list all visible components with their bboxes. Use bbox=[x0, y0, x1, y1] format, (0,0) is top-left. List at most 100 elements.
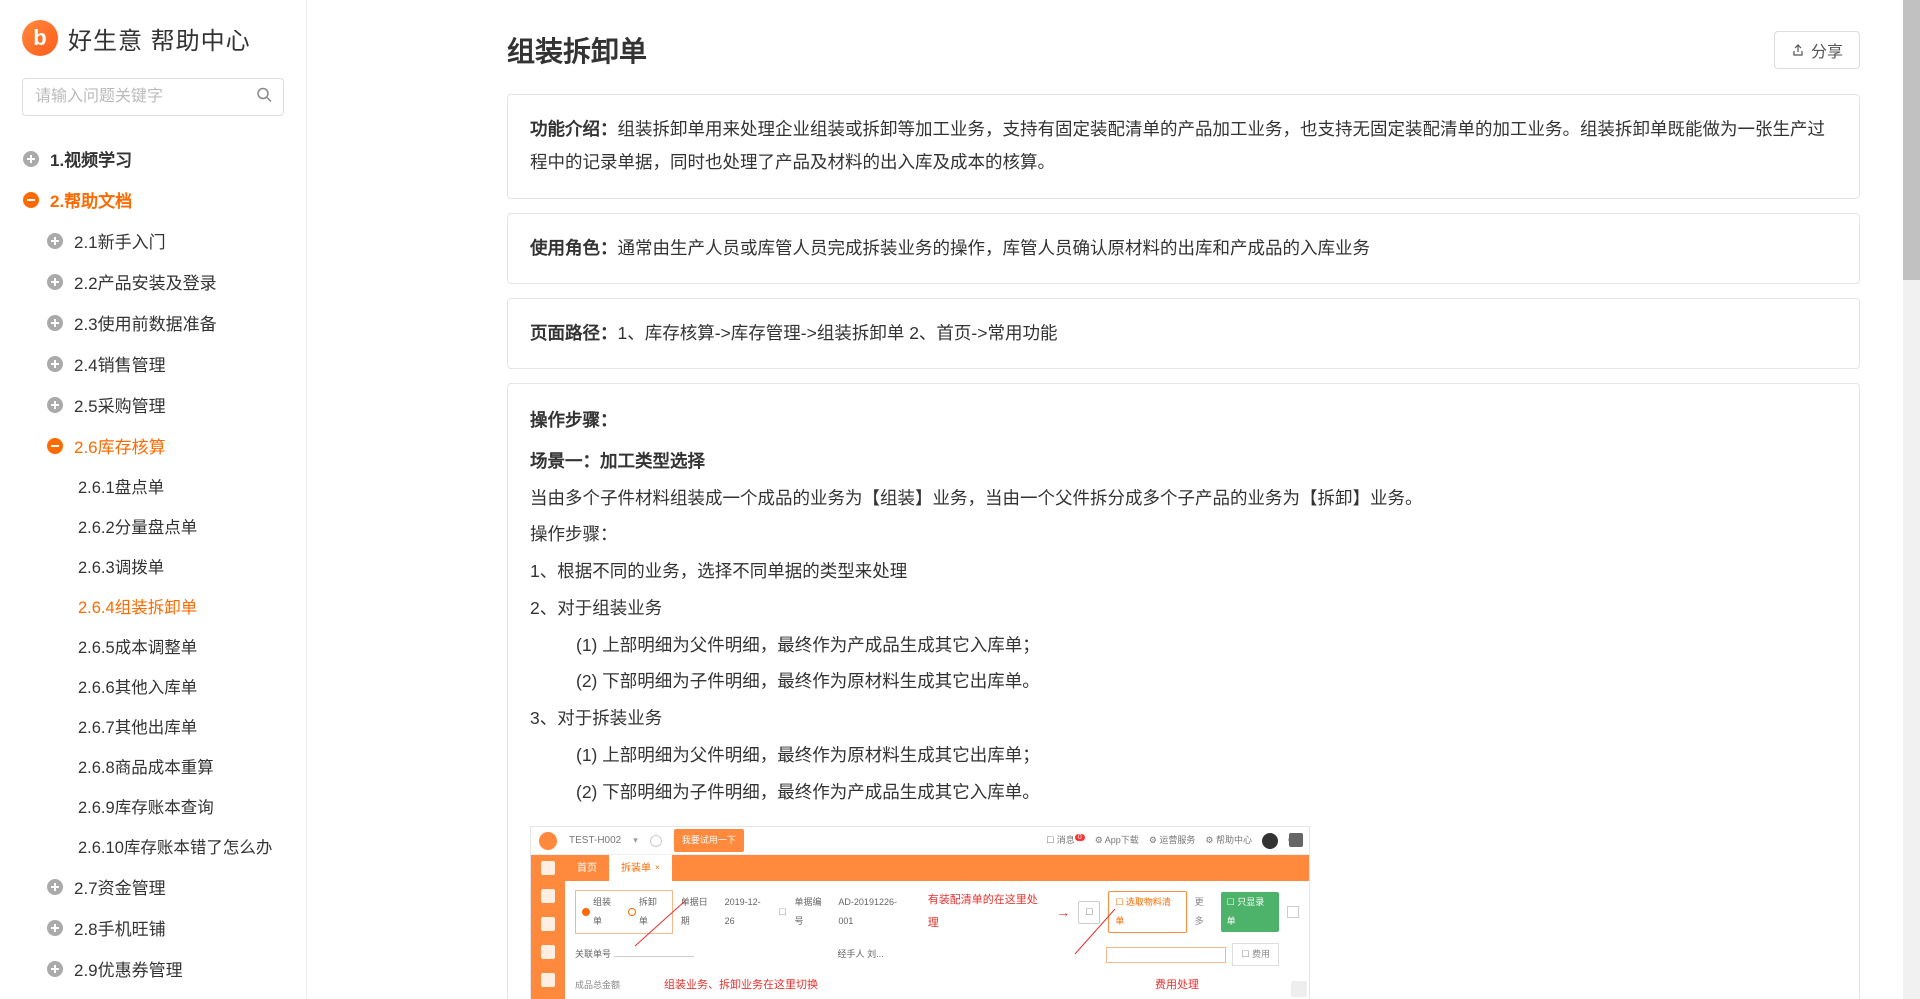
ss-avatar-icon bbox=[1262, 833, 1278, 849]
step2-2: (2) 下部明细为子件明细，最终作为原材料生成其它出库单。 bbox=[530, 663, 1837, 700]
ss-tab-home: 首页 bbox=[565, 855, 609, 881]
ss-tabs: 首页 拆装单 × bbox=[531, 855, 1309, 881]
step1: 1、根据不同的业务，选择不同单据的类型来处理 bbox=[530, 553, 1837, 590]
search-icon[interactable] bbox=[256, 87, 272, 108]
ss-date-label: 单据日期 bbox=[681, 893, 717, 931]
nav-2-6-10[interactable]: 2.6.10库存账本错了怎么办 bbox=[22, 826, 284, 866]
nav-2-3[interactable]: 2.3使用前数据准备 bbox=[22, 302, 284, 343]
step2-1: (1) 上部明细为父件明细，最终作为产成品生成其它入库单； bbox=[530, 627, 1837, 664]
ss-app: ⚙ App下载 bbox=[1095, 831, 1139, 850]
nav-2-7[interactable]: 2.7资金管理 bbox=[22, 866, 284, 907]
nav-list: 1.视频学习 2.帮助文档 2.1新手入门 2.2产品安装及登录 2.3使用前数… bbox=[22, 138, 284, 999]
ss-btn-more: 更多 bbox=[1195, 893, 1213, 931]
intro-text: 组装拆卸单用来处理企业组装或拆卸等加工业务，支持有固定装配清单的产品加工业务，也… bbox=[530, 119, 1825, 172]
nav-2-6-8[interactable]: 2.6.8商品成本重算 bbox=[22, 746, 284, 786]
nav-2-9[interactable]: 2.9优惠券管理 bbox=[22, 948, 284, 989]
scene1-title: 场景一：加工类型选择 bbox=[530, 443, 1837, 480]
ss-btn-clear: ☐ 只显录单 bbox=[1221, 892, 1279, 932]
ss-tool-icon bbox=[1291, 981, 1307, 997]
ss-annotation-1: 有装配清单的在这里处理 bbox=[928, 889, 1049, 935]
page-scrollbar[interactable] bbox=[1903, 0, 1920, 999]
nav-2-6-7[interactable]: 2.6.7其他出库单 bbox=[22, 706, 284, 746]
ss-try-button: 我要试用一下 bbox=[674, 829, 744, 852]
steps-label: 操作步骤： bbox=[530, 516, 1837, 553]
ss-topbar: TEST-H002 ▾ 我要试用一下 ☐ 消息0 ⚙ App下载 ⚙ 运营服务 … bbox=[531, 827, 1309, 855]
ss-doc-label: 单据编号 bbox=[795, 893, 831, 931]
content-body: 操作步骤： 场景一：加工类型选择 当由多个子件材料组装成一个成品的业务为【组装】… bbox=[507, 383, 1860, 999]
search-input[interactable] bbox=[22, 78, 284, 116]
plus-icon bbox=[47, 961, 63, 977]
plus-icon bbox=[23, 151, 39, 167]
path-label: 页面路径： bbox=[530, 323, 618, 343]
search-container bbox=[22, 78, 284, 116]
nav-2-6-2[interactable]: 2.6.2分量盘点单 bbox=[22, 506, 284, 546]
nav-2-6[interactable]: 2.6库存核算 bbox=[22, 425, 284, 466]
ss-side-icon bbox=[541, 889, 555, 903]
ss-arrow-icon: → bbox=[1056, 898, 1070, 927]
nav-2-6-3[interactable]: 2.6.3调拨单 bbox=[22, 546, 284, 586]
ss-fee-btn: ☐ 费用 bbox=[1232, 943, 1279, 966]
plus-icon bbox=[47, 233, 63, 249]
plus-icon bbox=[47, 315, 63, 331]
ss-sidebar bbox=[531, 855, 565, 999]
page-header: 组装拆卸单 分享 bbox=[507, 30, 1860, 70]
ss-side-icon bbox=[541, 945, 555, 959]
ss-doc-value: AD-20191226-001 bbox=[838, 893, 911, 931]
page-title: 组装拆卸单 bbox=[507, 30, 647, 70]
step2: 2、对于组装业务 bbox=[530, 590, 1837, 627]
nav-2-5[interactable]: 2.5采购管理 bbox=[22, 384, 284, 425]
ss-fee-input bbox=[1106, 947, 1226, 963]
step3-1: (1) 上部明细为父件明细，最终作为原材料生成其它出库单； bbox=[530, 737, 1837, 774]
ss-tenant: TEST-H002 bbox=[569, 830, 621, 851]
nav-2-6-1[interactable]: 2.6.1盘点单 bbox=[22, 466, 284, 506]
plus-icon bbox=[47, 879, 63, 895]
ss-close-icon bbox=[1289, 833, 1303, 847]
plus-icon bbox=[47, 356, 63, 372]
scene1-desc: 当由多个子件材料组装成一个成品的业务为【组装】业务，当由一个父件拆分成多个子产品… bbox=[530, 480, 1837, 517]
plus-icon bbox=[47, 397, 63, 413]
intro-label: 功能介绍： bbox=[530, 119, 618, 139]
ss-refresh-icon bbox=[650, 835, 662, 847]
ss-btn-list: ☐ 选取物料清单 bbox=[1108, 891, 1186, 933]
logo-text: 好生意 帮助中心 bbox=[68, 21, 251, 56]
path-box: 页面路径：1、库存核算->库存管理->组装拆卸单 2、首页->常用功能 bbox=[507, 298, 1860, 369]
plus-icon bbox=[47, 274, 63, 290]
nav-2-6-5[interactable]: 2.6.5成本调整单 bbox=[22, 626, 284, 666]
ss-ops: ⚙ 运营服务 bbox=[1149, 831, 1196, 850]
logo: b 好生意 帮助中心 bbox=[22, 20, 284, 56]
ss-help: ⚙ 帮助中心 bbox=[1205, 831, 1252, 850]
share-button[interactable]: 分享 bbox=[1774, 31, 1860, 69]
steps-header: 操作步骤： bbox=[530, 402, 1837, 439]
nav-2-6-4[interactable]: 2.6.4组装拆卸单 bbox=[22, 586, 284, 626]
minus-icon bbox=[47, 438, 63, 454]
scrollbar-thumb[interactable] bbox=[1903, 0, 1920, 280]
sidebar: b 好生意 帮助中心 1.视频学习 2.帮助文档 2.1新手入门 2.2产品安装… bbox=[0, 0, 307, 999]
nav-2-4[interactable]: 2.4销售管理 bbox=[22, 343, 284, 384]
role-box: 使用角色：通常由生产人员或库管人员完成拆装业务的操作，库管人员确认原材料的出库和… bbox=[507, 213, 1860, 284]
ss-side-icon bbox=[541, 917, 555, 931]
ss-body: 组装单 拆卸单 单据日期 2019-12-26 ☐ 单据编号 AD-201912… bbox=[565, 881, 1309, 999]
content: 组装拆卸单 分享 功能介绍：组装拆卸单用来处理企业组装或拆卸等加工业务，支持有固… bbox=[307, 0, 1920, 999]
ss-annotation-2: 组装业务、拆卸业务在这里切换 bbox=[664, 974, 818, 997]
nav-2-10[interactable]: 2.10经营管理 bbox=[22, 989, 284, 999]
embedded-screenshot: TEST-H002 ▾ 我要试用一下 ☐ 消息0 ⚙ App下载 ⚙ 运营服务 … bbox=[530, 826, 1310, 999]
nav-2-1[interactable]: 2.1新手入门 bbox=[22, 220, 284, 261]
ss-annotation-3: 费用处理 bbox=[1155, 974, 1199, 997]
nav-video-learning[interactable]: 1.视频学习 bbox=[22, 138, 284, 179]
nav-2-2[interactable]: 2.2产品安装及登录 bbox=[22, 261, 284, 302]
role-text: 通常由生产人员或库管人员完成拆装业务的操作，库管人员确认原材料的出库和产成品的入… bbox=[618, 238, 1371, 258]
ss-logo-icon bbox=[539, 832, 557, 850]
nav-2-6-9[interactable]: 2.6.9库存账本查询 bbox=[22, 786, 284, 826]
nav-help-docs[interactable]: 2.帮助文档 bbox=[22, 179, 284, 220]
role-label: 使用角色： bbox=[530, 238, 618, 258]
minus-icon bbox=[23, 192, 39, 208]
share-icon bbox=[1791, 43, 1805, 57]
ss-type-radio: 组装单 拆卸单 bbox=[575, 890, 673, 934]
ss-msg: ☐ 消息0 bbox=[1046, 831, 1085, 850]
ss-tab-active: 拆装单 × bbox=[609, 855, 672, 881]
ss-side-tools bbox=[1291, 981, 1309, 999]
nav-2-8[interactable]: 2.8手机旺铺 bbox=[22, 907, 284, 948]
ss-side-icon bbox=[541, 973, 555, 987]
logo-icon: b bbox=[22, 20, 58, 56]
nav-2-6-6[interactable]: 2.6.6其他入库单 bbox=[22, 666, 284, 706]
